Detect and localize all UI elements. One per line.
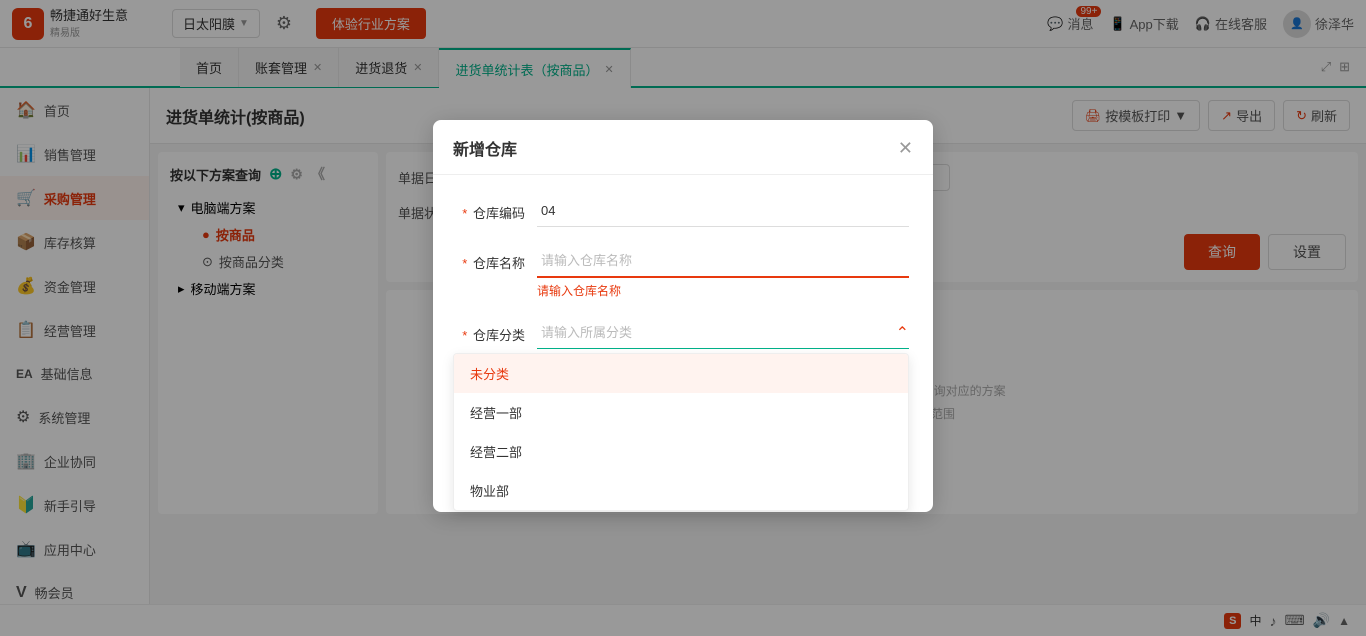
warehouse-type-input[interactable] — [537, 317, 909, 349]
warehouse-code-label: * 仓库编码 — [457, 195, 537, 222]
required-mark-2: * — [462, 256, 467, 271]
required-mark-3: * — [462, 328, 467, 343]
dropdown-item-uncategorized[interactable]: 未分类 — [454, 354, 908, 393]
dialog-add-warehouse: 新增仓库 ✕ * 仓库编码 * 仓库名称 — [433, 120, 933, 512]
form-row-name: * 仓库名称 请输入仓库名称 — [457, 245, 909, 299]
form-row-type: * 仓库分类 ⌃ 未分类 经营一部 经营二部 物业部 — [457, 317, 909, 349]
required-mark: * — [462, 206, 467, 221]
warehouse-name-input[interactable] — [537, 245, 909, 278]
warehouse-type-label: * 仓库分类 — [457, 317, 537, 344]
modal-overlay: 新增仓库 ✕ * 仓库编码 * 仓库名称 — [0, 0, 1366, 636]
warehouse-type-wrap: ⌃ 未分类 经营一部 经营二部 物业部 — [537, 317, 909, 349]
form-row-code: * 仓库编码 — [457, 195, 909, 227]
dropdown-item-ops2[interactable]: 经营二部 — [454, 432, 908, 471]
warehouse-code-input[interactable] — [537, 195, 909, 227]
dialog-header: 新增仓库 ✕ — [433, 120, 933, 175]
warehouse-name-wrap: 请输入仓库名称 — [537, 245, 909, 299]
dialog-title: 新增仓库 — [453, 136, 517, 160]
dialog-body: * 仓库编码 * 仓库名称 请输入仓库名称 — [433, 175, 933, 444]
dialog-close-button[interactable]: ✕ — [898, 138, 913, 159]
dropdown-item-ops1[interactable]: 经营一部 — [454, 393, 908, 432]
dropdown-item-property[interactable]: 物业部 — [454, 471, 908, 510]
warehouse-type-dropdown: 未分类 经营一部 经营二部 物业部 — [453, 353, 909, 511]
warehouse-name-label: * 仓库名称 — [457, 245, 537, 272]
dropdown-toggle-icon[interactable]: ⌃ — [896, 323, 909, 343]
warehouse-name-error: 请输入仓库名称 — [537, 282, 909, 299]
warehouse-code-wrap — [537, 195, 909, 227]
